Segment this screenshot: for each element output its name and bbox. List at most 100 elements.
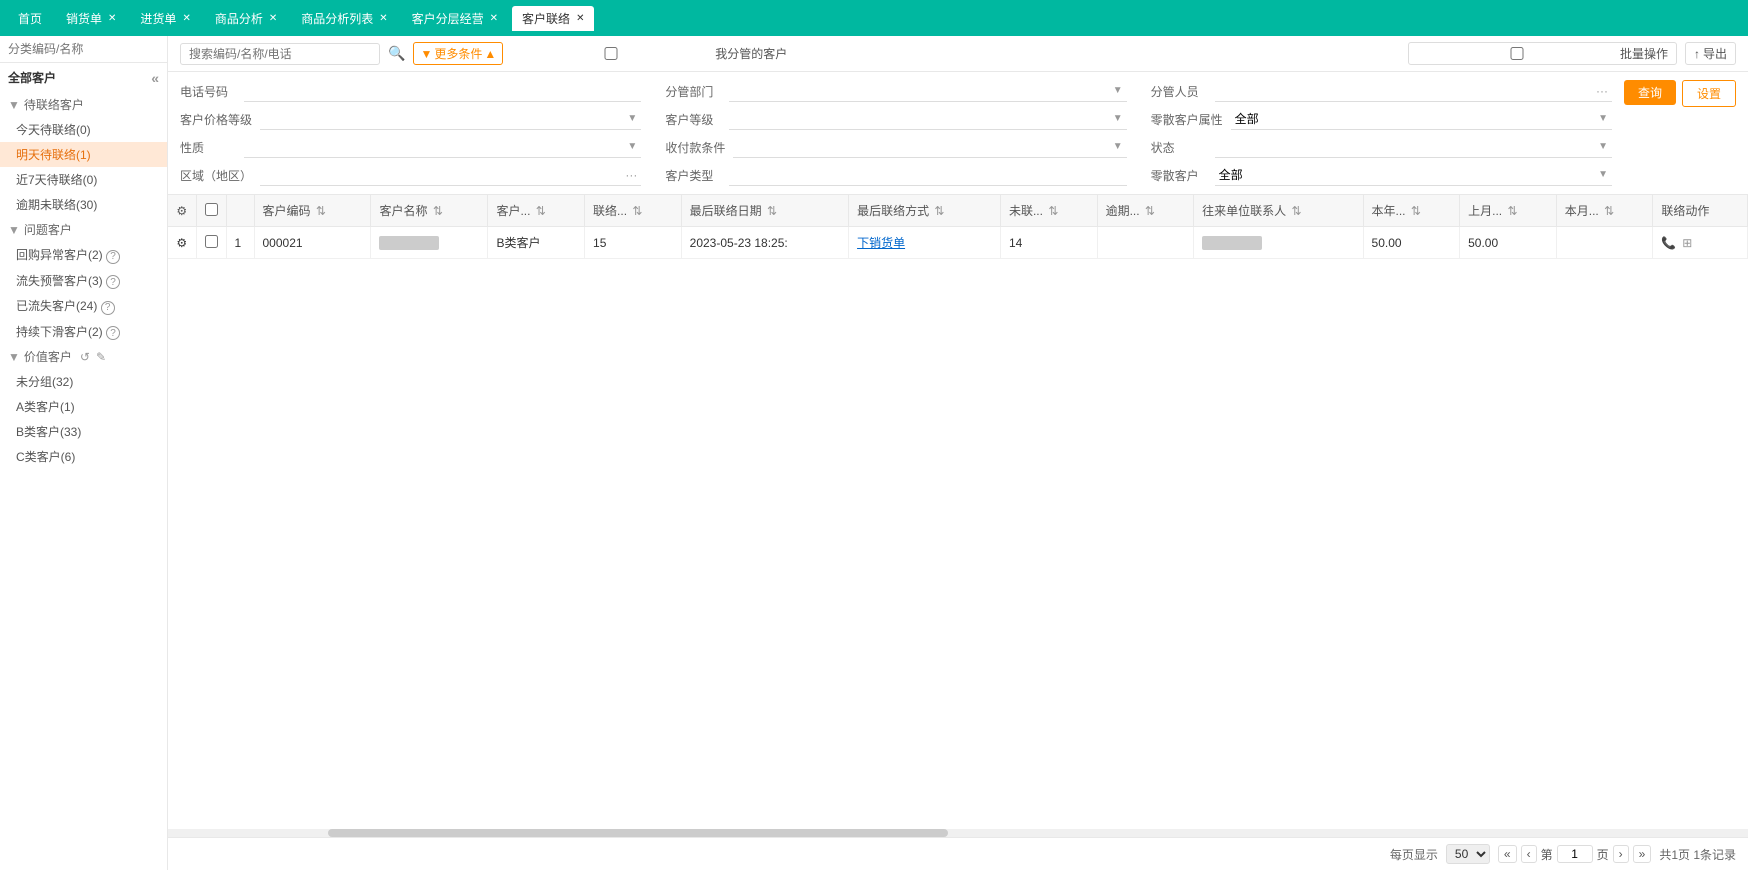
nav-customer-contact[interactable]: 客户联络 ✕ — [512, 6, 594, 31]
name-column-header[interactable]: 客户名称 ⇅ — [371, 195, 488, 227]
search-button[interactable]: 🔍 — [388, 45, 405, 62]
content-area: 🔍 ▼ 更多条件 ▲ 我分管的客户 批量操作 ↑ 导出 — [168, 36, 1748, 870]
sidebar-item-churned[interactable]: 已流失客户(24) ? — [0, 293, 167, 319]
close-sales-order-icon[interactable]: ✕ — [108, 13, 116, 24]
filter-phone: 电话号码 — [180, 80, 641, 102]
customer-type-input[interactable] — [729, 164, 1126, 186]
filter-price-level: 客户价格等级 ▼ — [180, 108, 641, 130]
nav-product-analysis-list[interactable]: 商品分析列表 ✕ — [291, 6, 397, 31]
help-repurchase-icon[interactable]: ? — [106, 250, 120, 264]
batch-op-button[interactable]: 批量操作 — [1408, 42, 1677, 65]
last-month-column-header[interactable]: 上月... ⇅ — [1460, 195, 1557, 227]
search-input[interactable] — [180, 43, 380, 65]
type-column-header[interactable]: 客户... ⇅ — [488, 195, 585, 227]
sidebar-search-input[interactable] — [8, 42, 163, 56]
my-customers-checkbox-wrap[interactable]: 我分管的客户 — [511, 45, 787, 62]
person-dots-icon: ··· — [1596, 84, 1608, 98]
code-column-header[interactable]: 客户编码 ⇅ — [254, 195, 371, 227]
reset-button[interactable]: 设置 — [1682, 80, 1736, 107]
first-page-button[interactable]: « — [1498, 845, 1517, 863]
nav-product-analysis[interactable]: 商品分析 ✕ — [205, 6, 287, 31]
pending-contact-group: ▼ 待联络客户 — [0, 92, 167, 117]
dept-arrow-icon: ▼ — [1113, 85, 1123, 96]
close-purchase-order-icon[interactable]: ✕ — [182, 13, 190, 24]
sidebar-item-tomorrow[interactable]: 明天待联络(1) — [0, 142, 167, 167]
status-input[interactable]: ▼ — [1215, 136, 1612, 158]
sidebar-item-declining[interactable]: 持续下滑客户(2) ? — [0, 319, 167, 345]
scrollbar-thumb[interactable] — [328, 829, 948, 837]
sidebar-item-repurchase-abnormal[interactable]: 回购异常客户(2) ? — [0, 242, 167, 268]
row-checkbox[interactable] — [196, 227, 226, 259]
this-year-sort-icon: ⇅ — [1411, 204, 1421, 218]
value-customer-group: ▼ 价值客户 ↺ ✎ — [0, 344, 167, 369]
retail-input[interactable]: 全部 ▼ — [1215, 164, 1612, 186]
sidebar-item-b-class[interactable]: B类客户(33) — [0, 419, 167, 444]
problem-customer-triangle: ▼ — [8, 223, 20, 237]
retail-attr-input[interactable]: 全部 ▼ — [1231, 108, 1612, 130]
page-size-select[interactable]: 50 — [1446, 844, 1490, 864]
sidebar-item-today[interactable]: 今天待联络(0) — [0, 117, 167, 142]
contact-column-header[interactable]: 联络... ⇅ — [585, 195, 682, 227]
close-product-analysis-icon[interactable]: ✕ — [269, 13, 277, 24]
sidebar-item-churn-warning[interactable]: 流失预警客户(3) ? — [0, 268, 167, 294]
row-gear[interactable]: ⚙ — [168, 227, 196, 259]
help-declining-icon[interactable]: ? — [106, 326, 120, 340]
row-last-method[interactable]: 下销货单 — [849, 227, 1001, 259]
this-year-column-header[interactable]: 本年... ⇅ — [1363, 195, 1460, 227]
all-customers-header[interactable]: 全部客户 « — [0, 63, 167, 92]
batch-op-checkbox[interactable] — [1417, 47, 1617, 60]
sidebar-item-a-class[interactable]: A类客户(1) — [0, 394, 167, 419]
value-group-edit-icon[interactable]: ✎ — [96, 350, 106, 364]
last-page-button[interactable]: » — [1633, 845, 1652, 863]
data-table-wrap: ⚙ 客户编码 ⇅ 客户名称 ⇅ — [168, 195, 1748, 829]
nav-home[interactable]: 首页 — [8, 6, 52, 31]
close-customer-segment-icon[interactable]: ✕ — [490, 13, 498, 24]
person-input[interactable]: ··· — [1215, 80, 1612, 102]
row-unit-contact — [1194, 227, 1363, 259]
price-level-input[interactable]: ▼ — [260, 108, 641, 130]
table-header-row: ⚙ 客户编码 ⇅ 客户名称 ⇅ — [168, 195, 1748, 227]
page-number-input[interactable] — [1557, 845, 1593, 863]
region-input[interactable]: ··· — [260, 164, 641, 186]
contact-sort-icon: ⇅ — [632, 204, 642, 218]
prev-page-button[interactable]: ‹ — [1521, 845, 1537, 863]
close-customer-contact-icon[interactable]: ✕ — [576, 13, 584, 24]
my-customers-checkbox[interactable] — [511, 47, 711, 60]
all-customers-label: 全部客户 — [8, 69, 56, 86]
sidebar-item-overdue[interactable]: 逾期未联络(30) — [0, 192, 167, 217]
filter-more-button[interactable]: ▼ 更多条件 ▲ — [413, 42, 503, 65]
action-phone-icon[interactable]: 📞 — [1661, 236, 1676, 250]
row-select-checkbox[interactable] — [205, 235, 218, 248]
close-product-analysis-list-icon[interactable]: ✕ — [379, 13, 387, 24]
help-churned-icon[interactable]: ? — [101, 301, 115, 315]
action-grid-icon[interactable]: ⊞ — [1682, 236, 1692, 250]
next-page-button[interactable]: › — [1613, 845, 1629, 863]
payment-input[interactable]: ▼ — [733, 136, 1126, 158]
nav-purchase-order[interactable]: 进货单 ✕ — [130, 6, 200, 31]
nav-sales-order[interactable]: 销货单 ✕ — [56, 6, 126, 31]
value-group-refresh-icon[interactable]: ↺ — [80, 350, 90, 364]
sidebar-item-ungrouped[interactable]: 未分组(32) — [0, 369, 167, 394]
dept-input[interactable]: ▼ — [729, 80, 1126, 102]
query-button[interactable]: 查询 — [1624, 80, 1676, 105]
select-all-checkbox[interactable] — [205, 203, 218, 216]
horizontal-scrollbar[interactable] — [168, 829, 1748, 837]
customer-level-input[interactable]: ▼ — [729, 108, 1126, 130]
help-churn-warning-icon[interactable]: ? — [106, 275, 120, 289]
export-button[interactable]: ↑ 导出 — [1685, 42, 1736, 65]
last-method-column-header[interactable]: 最后联络方式 ⇅ — [849, 195, 1001, 227]
unit-contact-column-header[interactable]: 往来单位联系人 ⇅ — [1194, 195, 1363, 227]
last-date-column-header[interactable]: 最后联络日期 ⇅ — [681, 195, 848, 227]
gear-column-header[interactable]: ⚙ — [168, 195, 196, 227]
actions-column-header: 联络动作 — [1653, 195, 1748, 227]
sidebar-item-7days[interactable]: 近7天待联络(0) — [0, 167, 167, 192]
phone-input[interactable] — [244, 80, 641, 102]
nature-input[interactable]: ▼ — [244, 136, 641, 158]
uncontacted-column-header[interactable]: 未联... ⇅ — [1000, 195, 1097, 227]
row-name — [371, 227, 488, 259]
nav-customer-segment[interactable]: 客户分层经营 ✕ — [402, 6, 508, 31]
top-nav: 首页 销货单 ✕ 进货单 ✕ 商品分析 ✕ 商品分析列表 ✕ 客户分层经营 ✕ … — [0, 0, 1748, 36]
sidebar-item-c-class[interactable]: C类客户(6) — [0, 444, 167, 469]
overdue-column-header[interactable]: 逾期... ⇅ — [1097, 195, 1194, 227]
this-month-column-header[interactable]: 本月... ⇅ — [1556, 195, 1653, 227]
